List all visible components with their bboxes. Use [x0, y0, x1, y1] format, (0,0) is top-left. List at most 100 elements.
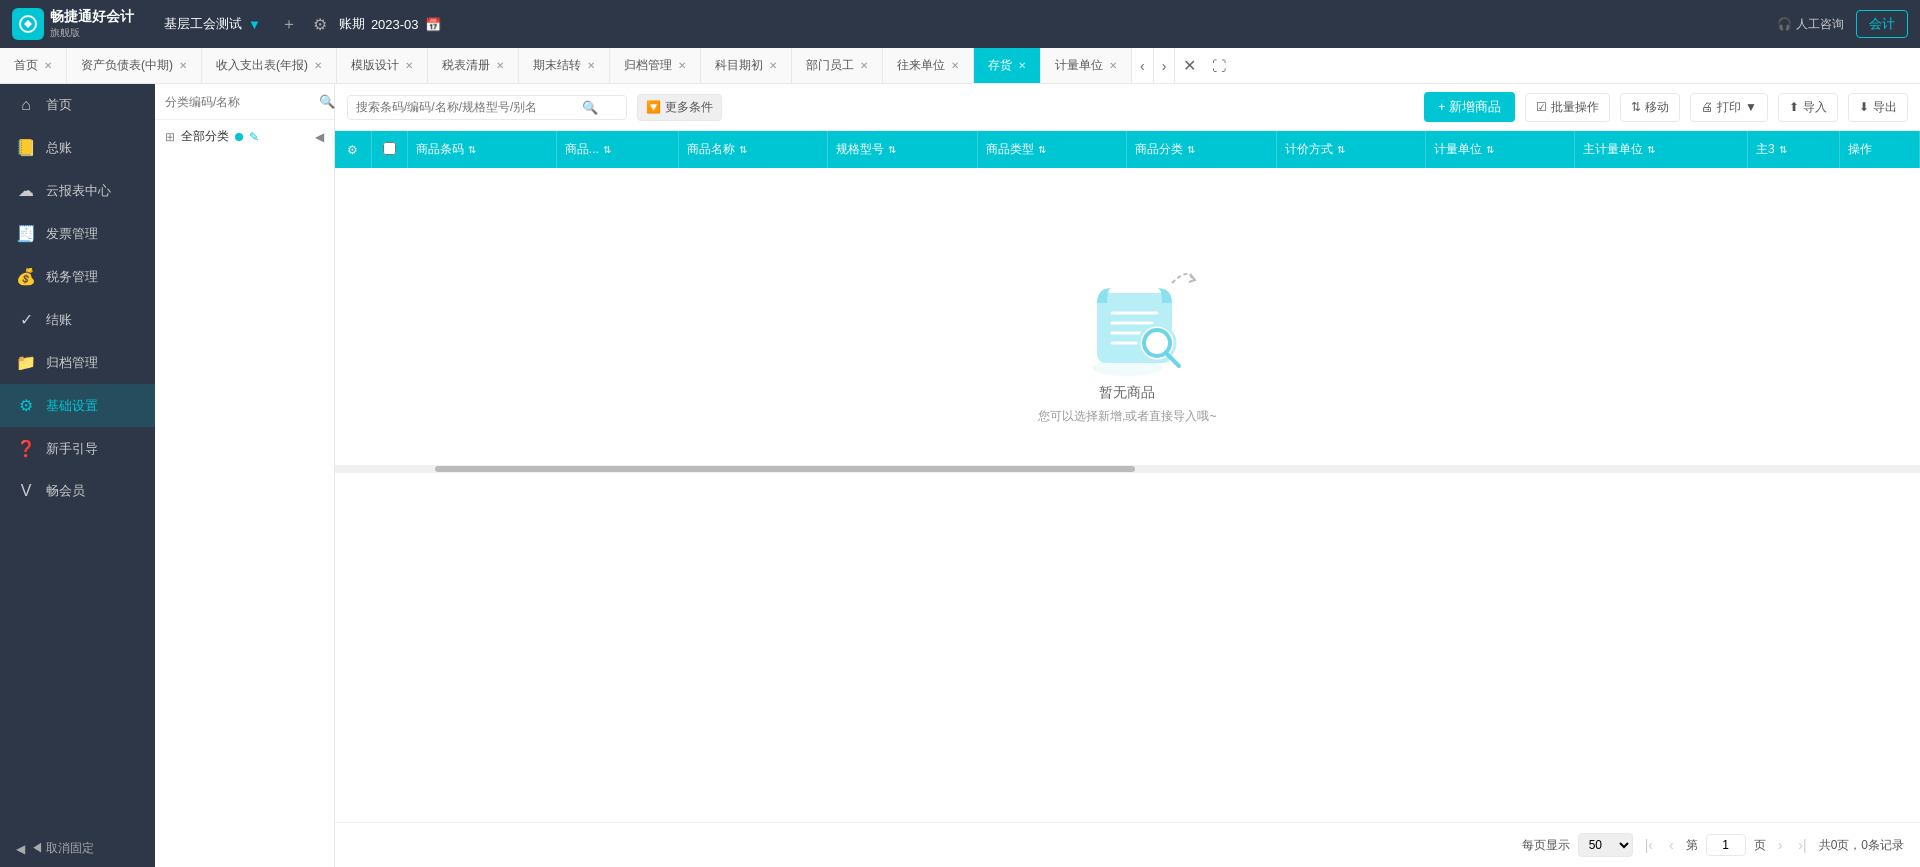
sidebar-item-invoice[interactable]: 🧾 发票管理 — [0, 212, 155, 255]
sort-unit-icon[interactable]: ⇅ — [1486, 144, 1494, 155]
sidebar-item-member[interactable]: V 畅会员 — [0, 470, 155, 512]
tab-next-button[interactable]: › — [1154, 48, 1176, 84]
sort-col3-icon[interactable]: ⇅ — [1779, 144, 1787, 155]
tab-template-close[interactable]: ✕ — [405, 60, 413, 71]
sort-barcode-icon[interactable]: ⇅ — [468, 144, 476, 155]
sidebar-item-ledger[interactable]: 📒 总账 — [0, 126, 155, 169]
tab-archive-close[interactable]: ✕ — [678, 60, 686, 71]
tab-inventory[interactable]: 存货 ✕ — [974, 48, 1041, 84]
sidebar-item-reports[interactable]: ☁ 云报表中心 — [0, 169, 155, 212]
category-search-icon[interactable]: 🔍 — [319, 94, 335, 109]
tab-archive[interactable]: 归档管理 ✕ — [610, 48, 701, 84]
tab-prev-button[interactable]: ‹ — [1132, 48, 1154, 84]
tab-tax[interactable]: 税表清册 ✕ — [428, 48, 519, 84]
tab-unit-close[interactable]: ✕ — [1109, 60, 1117, 71]
tab-income[interactable]: 收入支出表(年报) ✕ — [202, 48, 337, 84]
move-button[interactable]: ⇅ 移动 — [1620, 93, 1680, 122]
account-button[interactable]: 会计 — [1856, 10, 1908, 38]
tab-inventory-close[interactable]: ✕ — [1018, 60, 1026, 71]
sidebar-item-close[interactable]: ✓ 结账 — [0, 298, 155, 341]
tab-subject[interactable]: 科目期初 ✕ — [701, 48, 792, 84]
page-suffix: 页 — [1754, 837, 1766, 854]
tab-template-label: 模版设计 — [351, 57, 399, 74]
th-barcode[interactable]: 商品条码⇅ — [407, 131, 556, 168]
sidebar-item-settings[interactable]: ⚙ 基础设置 — [0, 384, 155, 427]
th-col3[interactable]: 主3⇅ — [1747, 131, 1840, 168]
th-price-method[interactable]: 计价方式⇅ — [1276, 131, 1425, 168]
collapse-left-icon[interactable]: ◀ — [315, 130, 324, 144]
tab-period-close-x[interactable]: ✕ — [587, 60, 595, 71]
search-bar-icon[interactable]: 🔍 — [582, 100, 598, 115]
tab-dept-close[interactable]: ✕ — [860, 60, 868, 71]
calendar-icon[interactable]: 📅 — [425, 17, 441, 32]
table-container: ⚙ 商品条码⇅ 商品...⇅ 商品名称⇅ — [335, 131, 1920, 822]
tab-income-close[interactable]: ✕ — [314, 60, 322, 71]
tab-close-all-button[interactable]: ✕ — [1175, 48, 1204, 84]
tab-template[interactable]: 模版设计 ✕ — [337, 48, 428, 84]
scrollbar-thumb[interactable] — [435, 466, 1135, 472]
category-search-input[interactable] — [165, 95, 315, 109]
sort-name-icon[interactable]: ⇅ — [739, 144, 747, 155]
add-icon[interactable]: ＋ — [281, 14, 297, 35]
sidebar-item-guide[interactable]: ❓ 新手引导 — [0, 427, 155, 470]
settings-icon[interactable]: ⚙ — [313, 15, 327, 34]
th-settings[interactable]: ⚙ — [335, 131, 371, 168]
tab-home-close[interactable]: ✕ — [44, 60, 52, 71]
sidebar-item-home[interactable]: ⌂ 首页 — [0, 84, 155, 126]
add-product-button[interactable]: + 新增商品 — [1424, 92, 1515, 122]
th-name[interactable]: 商品名称⇅ — [679, 131, 828, 168]
th-spec[interactable]: 规格型号 ⇅ — [828, 131, 977, 168]
unpin-button[interactable]: ◀ ◀ 取消固定 — [0, 830, 155, 867]
consulting-button[interactable]: 🎧 人工咨询 — [1777, 16, 1844, 33]
unpin-label: ◀ 取消固定 — [31, 840, 94, 857]
th-checkbox[interactable] — [371, 131, 407, 168]
tab-tax-close[interactable]: ✕ — [496, 60, 504, 71]
last-page-button[interactable]: ›| — [1794, 837, 1810, 853]
import-button[interactable]: ⬆ 导入 — [1778, 93, 1838, 122]
company-selector[interactable]: 基层工会测试 ▼ — [164, 15, 261, 33]
tab-unit[interactable]: 计量单位 ✕ — [1041, 48, 1132, 84]
sort-category-icon[interactable]: ⇅ — [1187, 144, 1195, 155]
sort-code-icon[interactable]: ⇅ — [603, 144, 611, 155]
tab-dept[interactable]: 部门员工 ✕ — [792, 48, 883, 84]
next-page-button[interactable]: › — [1774, 837, 1787, 853]
export-button[interactable]: ⬇ 导出 — [1848, 93, 1908, 122]
th-main-unit[interactable]: 主计量单位 ⇅ — [1575, 131, 1748, 168]
tab-home[interactable]: 首页 ✕ — [0, 48, 67, 84]
sort-spec-icon[interactable]: ⇅ — [888, 144, 896, 155]
tab-balance-close[interactable]: ✕ — [179, 60, 187, 71]
th-category[interactable]: 商品分类⇅ — [1127, 131, 1276, 168]
tab-subject-close[interactable]: ✕ — [769, 60, 777, 71]
tab-subject-label: 科目期初 — [715, 57, 763, 74]
sort-main-unit-icon[interactable]: ⇅ — [1647, 144, 1655, 155]
sort-price-icon[interactable]: ⇅ — [1337, 144, 1345, 155]
product-search-input[interactable] — [356, 100, 576, 114]
sidebar-item-tax[interactable]: 💰 税务管理 — [0, 255, 155, 298]
more-filter-button[interactable]: 🔽 更多条件 — [637, 94, 722, 121]
batch-op-button[interactable]: ☑ 批量操作 — [1525, 93, 1610, 122]
th-main-unit-label: 主计量单位 — [1583, 141, 1643, 158]
page-size-select[interactable]: 20 50 100 — [1578, 833, 1633, 857]
tab-period-close[interactable]: 期末结转 ✕ — [519, 48, 610, 84]
tab-expand-button[interactable]: ⛶ — [1204, 48, 1234, 84]
page-number-input[interactable] — [1706, 834, 1746, 856]
print-button[interactable]: 🖨 打印 ▼ — [1690, 93, 1768, 122]
first-page-button[interactable]: |‹ — [1641, 837, 1657, 853]
tab-contacts[interactable]: 往来单位 ✕ — [883, 48, 974, 84]
sort-type-icon[interactable]: ⇅ — [1038, 144, 1046, 155]
account-label: 会计 — [1869, 16, 1895, 31]
horizontal-scrollbar[interactable] — [335, 465, 1920, 473]
th-code[interactable]: 商品...⇅ — [556, 131, 678, 168]
logo-area: 畅捷通好会计 旗舰版 — [12, 8, 152, 40]
prev-page-button[interactable]: ‹ — [1665, 837, 1678, 853]
th-unit[interactable]: 计量单位⇅ — [1425, 131, 1574, 168]
tab-balance[interactable]: 资产负债表(中期) ✕ — [67, 48, 202, 84]
th-type[interactable]: 商品类型⇅ — [977, 131, 1126, 168]
sidebar-item-archive[interactable]: 📁 归档管理 — [0, 341, 155, 384]
tab-tax-label: 税表清册 — [442, 57, 490, 74]
company-dropdown-icon: ▼ — [248, 17, 261, 32]
select-all-checkbox[interactable] — [383, 142, 396, 155]
edit-category-icon[interactable]: ✎ — [249, 130, 259, 144]
th-spec-label: 规格型号 — [836, 141, 884, 158]
tab-contacts-close[interactable]: ✕ — [951, 60, 959, 71]
